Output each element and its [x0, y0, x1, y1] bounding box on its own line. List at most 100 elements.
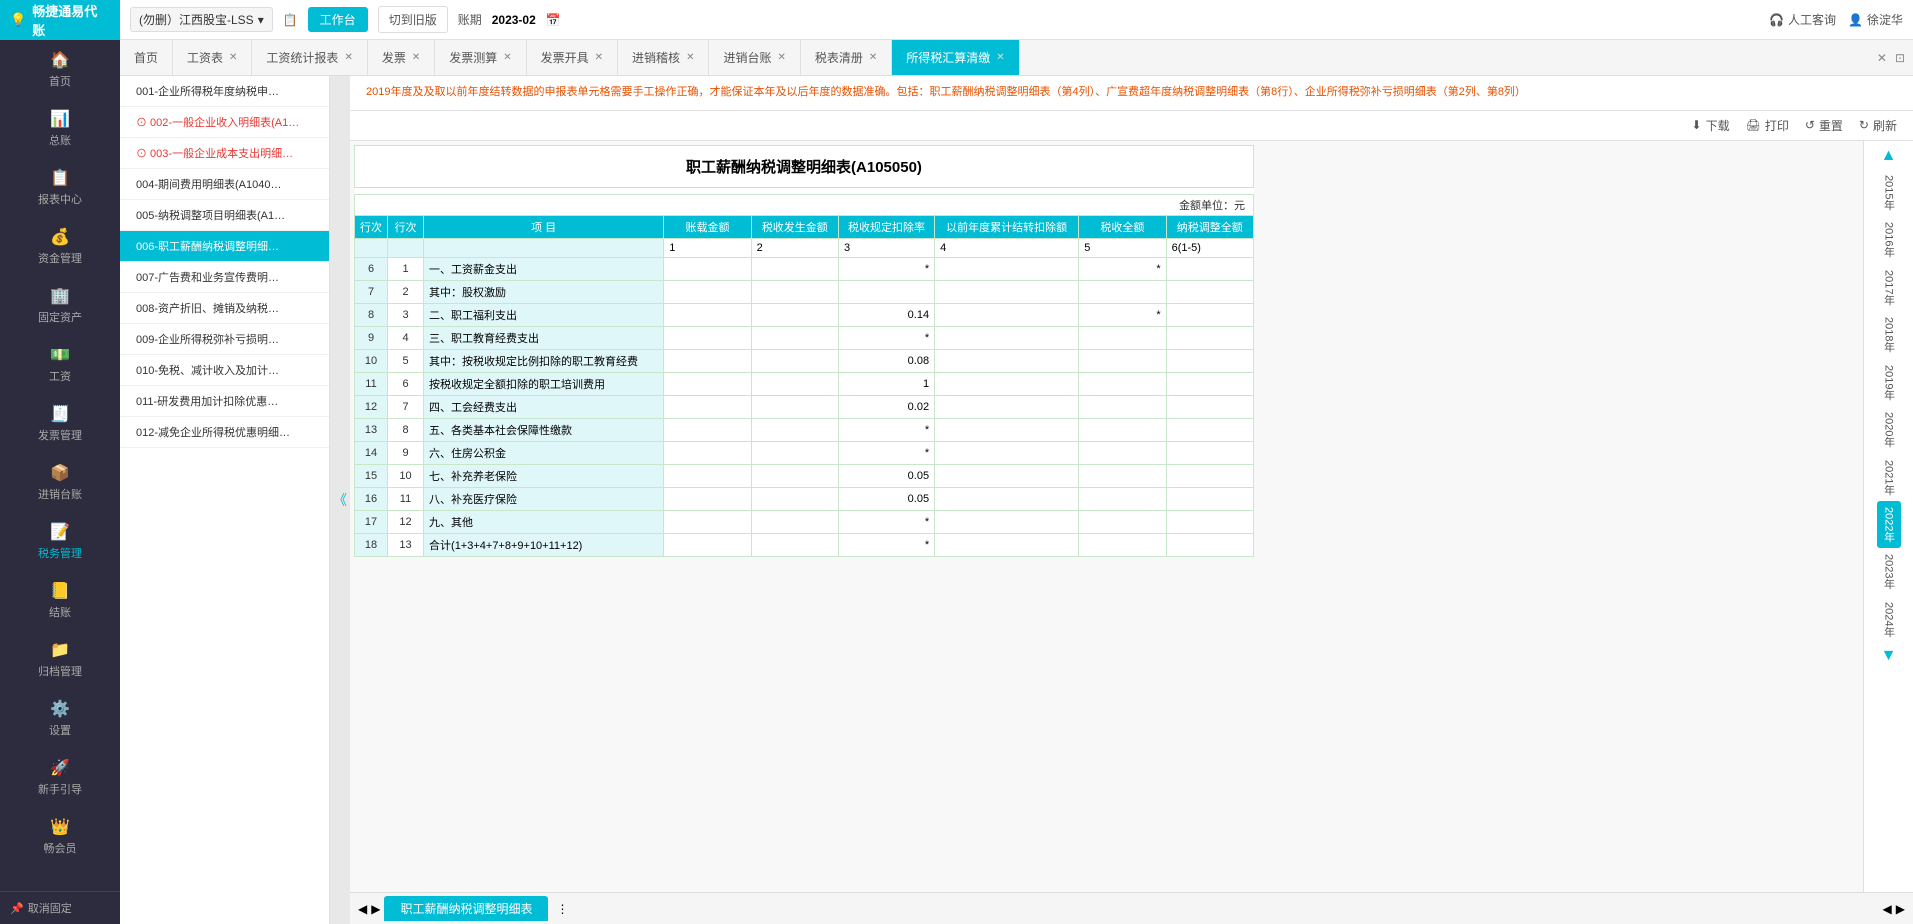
cell-F-2[interactable]: [935, 303, 1079, 326]
cell-E-0[interactable]: *: [839, 257, 935, 280]
cell-D-8[interactable]: [751, 441, 838, 464]
cell-H-5[interactable]: [1166, 372, 1253, 395]
year-nav-item-2020年[interactable]: 2020年: [1877, 406, 1901, 453]
cell-F-9[interactable]: [935, 464, 1079, 487]
cell-D-9[interactable]: [751, 464, 838, 487]
sheet-scroll-left-icon[interactable]: ◀: [1883, 902, 1892, 916]
sidebar-item-归档管理[interactable]: 📁归档管理: [0, 630, 120, 689]
cell-F-5[interactable]: [935, 372, 1079, 395]
cell-E-7[interactable]: *: [839, 418, 935, 441]
year-nav-item-2022年[interactable]: 2022年: [1877, 501, 1901, 548]
cell-C-11[interactable]: [664, 510, 751, 533]
cell-G-6[interactable]: [1079, 395, 1166, 418]
user-menu[interactable]: 👤 徐淀华: [1848, 11, 1903, 28]
cell-F-12[interactable]: [935, 533, 1079, 556]
maximize-icon[interactable]: ⊡: [1895, 51, 1905, 65]
refresh-button[interactable]: ↻ 刷新: [1859, 117, 1897, 134]
tab-发票[interactable]: 发票✕: [368, 40, 435, 75]
tab-税表清册[interactable]: 税表清册✕: [801, 40, 892, 75]
sidebar-item-设置[interactable]: ⚙️设置: [0, 689, 120, 748]
cell-E-6[interactable]: 0.02: [839, 395, 935, 418]
cell-C-5[interactable]: [664, 372, 751, 395]
cell-E-1[interactable]: [839, 280, 935, 303]
cell-C-4[interactable]: [664, 349, 751, 372]
tab-close-icon[interactable]: ✕: [996, 52, 1004, 63]
cell-F-0[interactable]: [935, 257, 1079, 280]
cell-C-7[interactable]: [664, 418, 751, 441]
cell-D-0[interactable]: [751, 257, 838, 280]
spreadsheet[interactable]: 职工薪酬纳税调整明细表(A105050)金额单位：元 行次 行次 项 目 账载金…: [350, 141, 1863, 892]
sidebar-item-总账[interactable]: 📊总账: [0, 99, 120, 158]
cell-D-5[interactable]: [751, 372, 838, 395]
sheet-menu-icon[interactable]: ⋮: [556, 902, 568, 916]
cell-C-12[interactable]: [664, 533, 751, 556]
sidebar-item-畅会员[interactable]: 👑畅会员: [0, 807, 120, 866]
cell-F-7[interactable]: [935, 418, 1079, 441]
sidebar-item-新手引导[interactable]: 🚀新手引导: [0, 748, 120, 807]
sheet-tab[interactable]: 职工薪酬纳税调整明细表: [384, 896, 548, 921]
doc-item-002[interactable]: ⊙ 002-一般企业收入明细表(A1…: [120, 107, 329, 138]
close-window-icon[interactable]: ✕: [1877, 51, 1887, 65]
cell-G-5[interactable]: [1079, 372, 1166, 395]
doc-item-004[interactable]: 004-期间费用明细表(A1040…: [120, 169, 329, 200]
doc-item-011[interactable]: 011-研发费用加计扣除优惠…: [120, 386, 329, 417]
cancel-fixed-btn[interactable]: 📌 取消固定: [0, 891, 120, 924]
cell-C-3[interactable]: [664, 326, 751, 349]
cell-G-8[interactable]: [1079, 441, 1166, 464]
sidebar-item-首页[interactable]: 🏠首页: [0, 40, 120, 99]
sidebar-item-进销台账[interactable]: 📦进销台账: [0, 453, 120, 512]
tab-close-icon[interactable]: ✕: [412, 52, 420, 63]
collapse-panel-btn[interactable]: 《: [330, 76, 350, 924]
tab-首页[interactable]: 首页: [120, 40, 173, 75]
cell-E-9[interactable]: 0.05: [839, 464, 935, 487]
doc-item-005[interactable]: 005-纳税调整项目明细表(A1…: [120, 200, 329, 231]
tab-close-icon[interactable]: ✕: [869, 52, 877, 63]
cell-D-3[interactable]: [751, 326, 838, 349]
year-nav-item-2015年[interactable]: 2015年: [1877, 169, 1901, 216]
cell-H-12[interactable]: [1166, 533, 1253, 556]
year-nav-item-2023年[interactable]: 2023年: [1877, 548, 1901, 595]
cell-G-4[interactable]: [1079, 349, 1166, 372]
cell-F-3[interactable]: [935, 326, 1079, 349]
cell-H-4[interactable]: [1166, 349, 1253, 372]
cell-E-11[interactable]: *: [839, 510, 935, 533]
sidebar-item-发票管理[interactable]: 🧾发票管理: [0, 394, 120, 453]
cell-H-1[interactable]: [1166, 280, 1253, 303]
download-button[interactable]: ⬇ 下载: [1692, 117, 1730, 134]
cell-E-5[interactable]: 1: [839, 372, 935, 395]
cell-D-11[interactable]: [751, 510, 838, 533]
cell-C-1[interactable]: [664, 280, 751, 303]
cell-C-9[interactable]: [664, 464, 751, 487]
tab-close-icon[interactable]: ✕: [777, 52, 785, 63]
doc-item-012[interactable]: 012-减免企业所得税优惠明细…: [120, 417, 329, 448]
cell-G-3[interactable]: [1079, 326, 1166, 349]
left-scroll-icon[interactable]: ◀: [358, 902, 367, 916]
print-button[interactable]: 🖨 打印: [1746, 117, 1789, 134]
cell-C-2[interactable]: [664, 303, 751, 326]
cell-H-2[interactable]: [1166, 303, 1253, 326]
year-nav-item-2024年[interactable]: 2024年: [1877, 596, 1901, 643]
year-nav-item-2018年[interactable]: 2018年: [1877, 311, 1901, 358]
cell-H-0[interactable]: [1166, 257, 1253, 280]
sidebar-item-税务管理[interactable]: 📝税务管理: [0, 512, 120, 571]
cell-F-8[interactable]: [935, 441, 1079, 464]
tab-close-icon[interactable]: ✕: [595, 52, 603, 63]
switch-old-button[interactable]: 切到旧版: [378, 6, 448, 33]
cell-H-10[interactable]: [1166, 487, 1253, 510]
year-nav-item-2021年[interactable]: 2021年: [1877, 454, 1901, 501]
doc-item-006[interactable]: 006-职工薪酬纳税调整明细…: [120, 231, 329, 262]
sidebar-item-固定资产[interactable]: 🏢固定资产: [0, 276, 120, 335]
year-nav-item-2016年[interactable]: 2016年: [1877, 216, 1901, 263]
sidebar-item-报表中心[interactable]: 📋报表中心: [0, 158, 120, 217]
copy-icon[interactable]: 📋: [283, 13, 298, 27]
cell-G-2[interactable]: *: [1079, 303, 1166, 326]
cell-G-10[interactable]: [1079, 487, 1166, 510]
year-nav-item-2019年[interactable]: 2019年: [1877, 359, 1901, 406]
tab-进销台账[interactable]: 进销台账✕: [709, 40, 800, 75]
cell-G-7[interactable]: [1079, 418, 1166, 441]
year-nav-down[interactable]: ▼: [1879, 645, 1899, 667]
cell-H-8[interactable]: [1166, 441, 1253, 464]
year-nav-up[interactable]: ▲: [1879, 145, 1899, 167]
cell-G-11[interactable]: [1079, 510, 1166, 533]
cell-C-8[interactable]: [664, 441, 751, 464]
